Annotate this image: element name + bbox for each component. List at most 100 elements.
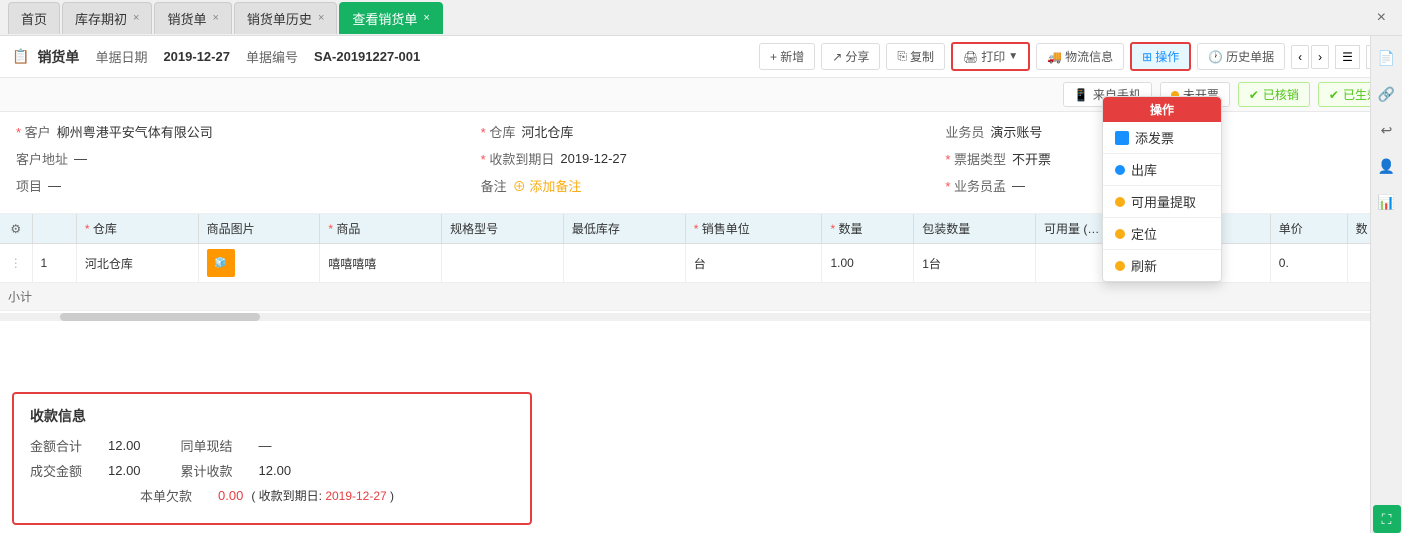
deal-amount-value: 12.00 bbox=[108, 463, 141, 478]
tab-sales-label: 销货单 bbox=[167, 9, 206, 28]
list-view-button[interactable]: ☰ bbox=[1335, 45, 1360, 69]
operate-dropdown: 操作 添发票 出库 可用量提取 定位 刷新 bbox=[1102, 96, 1222, 282]
tab-home-label: 首页 bbox=[21, 9, 47, 28]
new-button[interactable]: + 新增 bbox=[759, 43, 815, 70]
share-label: 分享 bbox=[845, 48, 869, 65]
row-action-icon: ⋮ bbox=[10, 256, 22, 270]
sidebar-expand-icon[interactable]: ⛶ bbox=[1373, 505, 1401, 533]
tab-sales[interactable]: 销货单 × bbox=[154, 2, 231, 34]
th-settings[interactable]: ⚙ bbox=[0, 214, 32, 244]
ticket-type-value: 不开票 bbox=[1012, 149, 1051, 168]
add-invoice-label: 添发票 bbox=[1135, 128, 1174, 147]
order-debt-note: ( 收款到期日: 2019-12-27 ) bbox=[251, 487, 394, 504]
deal-amount-label: 成交金额 bbox=[30, 461, 100, 480]
row-unit: 台 bbox=[685, 244, 822, 283]
order-debt-label: 本单欠款 bbox=[140, 486, 210, 505]
order-debt-value: 0.00 bbox=[218, 488, 243, 503]
row-index: 1 bbox=[32, 244, 76, 283]
sidebar-link-icon[interactable]: 🔗 bbox=[1373, 80, 1401, 108]
new-label: + 新增 bbox=[770, 48, 804, 65]
verified-button[interactable]: ✔ 已核销 bbox=[1238, 82, 1310, 107]
deal-amount-field: 成交金额 12.00 bbox=[30, 461, 141, 480]
row-image: 🧊 bbox=[198, 244, 320, 283]
due-date-label: 收款到期日 bbox=[481, 149, 555, 168]
tab-sales-history[interactable]: 销货单历史 × bbox=[234, 2, 337, 34]
payment-title: 收款信息 bbox=[30, 406, 514, 426]
row-warehouse: 河北仓库 bbox=[76, 244, 198, 283]
th-spec: 规格型号 bbox=[442, 214, 564, 244]
total-amount-field: 金额合计 12.00 bbox=[30, 436, 141, 455]
print-icon: 🖨 bbox=[963, 50, 978, 64]
doc-date-label: 单据日期 bbox=[95, 47, 147, 66]
sidebar-chart-icon[interactable]: 📊 bbox=[1373, 188, 1401, 216]
operate-icon: ⊞ bbox=[1142, 50, 1152, 64]
th-product: * 商品 bbox=[320, 214, 442, 244]
share-button[interactable]: ↗ 分享 bbox=[821, 43, 880, 70]
mobile-icon: 📱 bbox=[1074, 88, 1089, 102]
dropdown-available-extract[interactable]: 可用量提取 bbox=[1103, 186, 1221, 217]
tab-view-sales-close[interactable]: × bbox=[423, 12, 429, 24]
ticket-type-label: 票据类型 bbox=[945, 149, 1006, 168]
salesman-label: 业务员孟 bbox=[945, 176, 1006, 195]
dropdown-locate[interactable]: 定位 bbox=[1103, 218, 1221, 249]
same-order-label: 同单现结 bbox=[181, 436, 251, 455]
available-extract-label: 可用量提取 bbox=[1131, 192, 1196, 211]
note-field: 备注 ⊕ 添加备注 bbox=[481, 176, 922, 195]
tab-inventory-close[interactable]: × bbox=[133, 12, 139, 24]
history-button[interactable]: 🕐 历史单据 bbox=[1197, 43, 1285, 70]
print-button[interactable]: 🖨 打印 ▼ bbox=[951, 42, 1030, 71]
tab-bar: 首页 库存期初 × 销货单 × 销货单历史 × 查看销货单 × × bbox=[0, 0, 1402, 36]
operate-button[interactable]: ⊞ 操作 bbox=[1130, 42, 1191, 71]
doc-no-value: SA-20191227-001 bbox=[314, 49, 420, 64]
address-field: 客户地址 — bbox=[16, 149, 457, 168]
next-button[interactable]: › bbox=[1311, 45, 1329, 69]
dropdown-refresh[interactable]: 刷新 bbox=[1103, 250, 1221, 281]
doc-icon: 📋 bbox=[12, 48, 29, 65]
project-value: — bbox=[48, 178, 61, 193]
customer-field: 客户 柳州粤港平安气体有限公司 bbox=[16, 122, 457, 141]
prev-button[interactable]: ‹ bbox=[1291, 45, 1309, 69]
global-close-button[interactable]: × bbox=[1369, 9, 1394, 27]
subtotal-row: 小计 bbox=[0, 283, 1402, 311]
cumulative-payment-label: 累计收款 bbox=[181, 461, 251, 480]
due-date-field: 收款到期日 2019-12-27 bbox=[481, 149, 922, 168]
total-amount-label: 金额合计 bbox=[30, 436, 100, 455]
tab-sales-history-label: 销货单历史 bbox=[247, 9, 312, 28]
cumulative-payment-value: 12.00 bbox=[259, 463, 292, 478]
settings-icon[interactable]: ⚙ bbox=[10, 222, 21, 236]
tab-sales-close[interactable]: × bbox=[212, 12, 218, 24]
outbound-icon bbox=[1115, 165, 1125, 175]
tab-inventory[interactable]: 库存期初 × bbox=[62, 2, 152, 34]
tab-view-sales[interactable]: 查看销货单 × bbox=[339, 2, 442, 34]
address-value: — bbox=[74, 151, 87, 166]
copy-button[interactable]: ⎘ 复制 bbox=[886, 43, 945, 70]
tab-sales-history-close[interactable]: × bbox=[318, 12, 324, 24]
right-sidebar: 📄 🔗 ↩ 👤 📊 ⛶ bbox=[1370, 36, 1402, 533]
row-product: 嘻嘻嘻嘻 bbox=[320, 244, 442, 283]
outbound-label: 出库 bbox=[1131, 160, 1157, 179]
doc-actions: + 新增 ↗ 分享 ⎘ 复制 🖨 打印 ▼ 🚚 物流信息 bbox=[759, 42, 1390, 71]
row-spec bbox=[442, 244, 564, 283]
warehouse-value: 河北仓库 bbox=[521, 122, 573, 141]
dropdown-outbound[interactable]: 出库 bbox=[1103, 154, 1221, 185]
row-action[interactable]: ⋮ bbox=[0, 244, 32, 283]
logistics-button[interactable]: 🚚 物流信息 bbox=[1036, 43, 1124, 70]
copy-label: 复制 bbox=[910, 48, 934, 65]
tab-home[interactable]: 首页 bbox=[8, 2, 60, 34]
warehouse-label: 仓库 bbox=[481, 122, 516, 141]
locate-label: 定位 bbox=[1131, 224, 1157, 243]
note-label: 备注 bbox=[481, 176, 507, 195]
verified-icon: ✔ bbox=[1249, 88, 1259, 102]
add-invoice-icon bbox=[1115, 131, 1129, 145]
sidebar-return-icon[interactable]: ↩ bbox=[1373, 116, 1401, 144]
dropdown-add-invoice[interactable]: 添发票 bbox=[1103, 122, 1221, 153]
doc-title-area: 📋 销货单 bbox=[12, 47, 79, 67]
staff-label: 业务员 bbox=[945, 122, 984, 141]
salesman-value: — bbox=[1012, 178, 1025, 193]
sidebar-doc-icon[interactable]: 📄 bbox=[1373, 44, 1401, 72]
sidebar-user-icon[interactable]: 👤 bbox=[1373, 152, 1401, 180]
refresh-label: 刷新 bbox=[1131, 256, 1157, 275]
logistics-icon: 🚚 bbox=[1047, 50, 1062, 64]
add-note-button[interactable]: ⊕ 添加备注 bbox=[513, 176, 582, 195]
same-order-value: — bbox=[259, 438, 272, 453]
